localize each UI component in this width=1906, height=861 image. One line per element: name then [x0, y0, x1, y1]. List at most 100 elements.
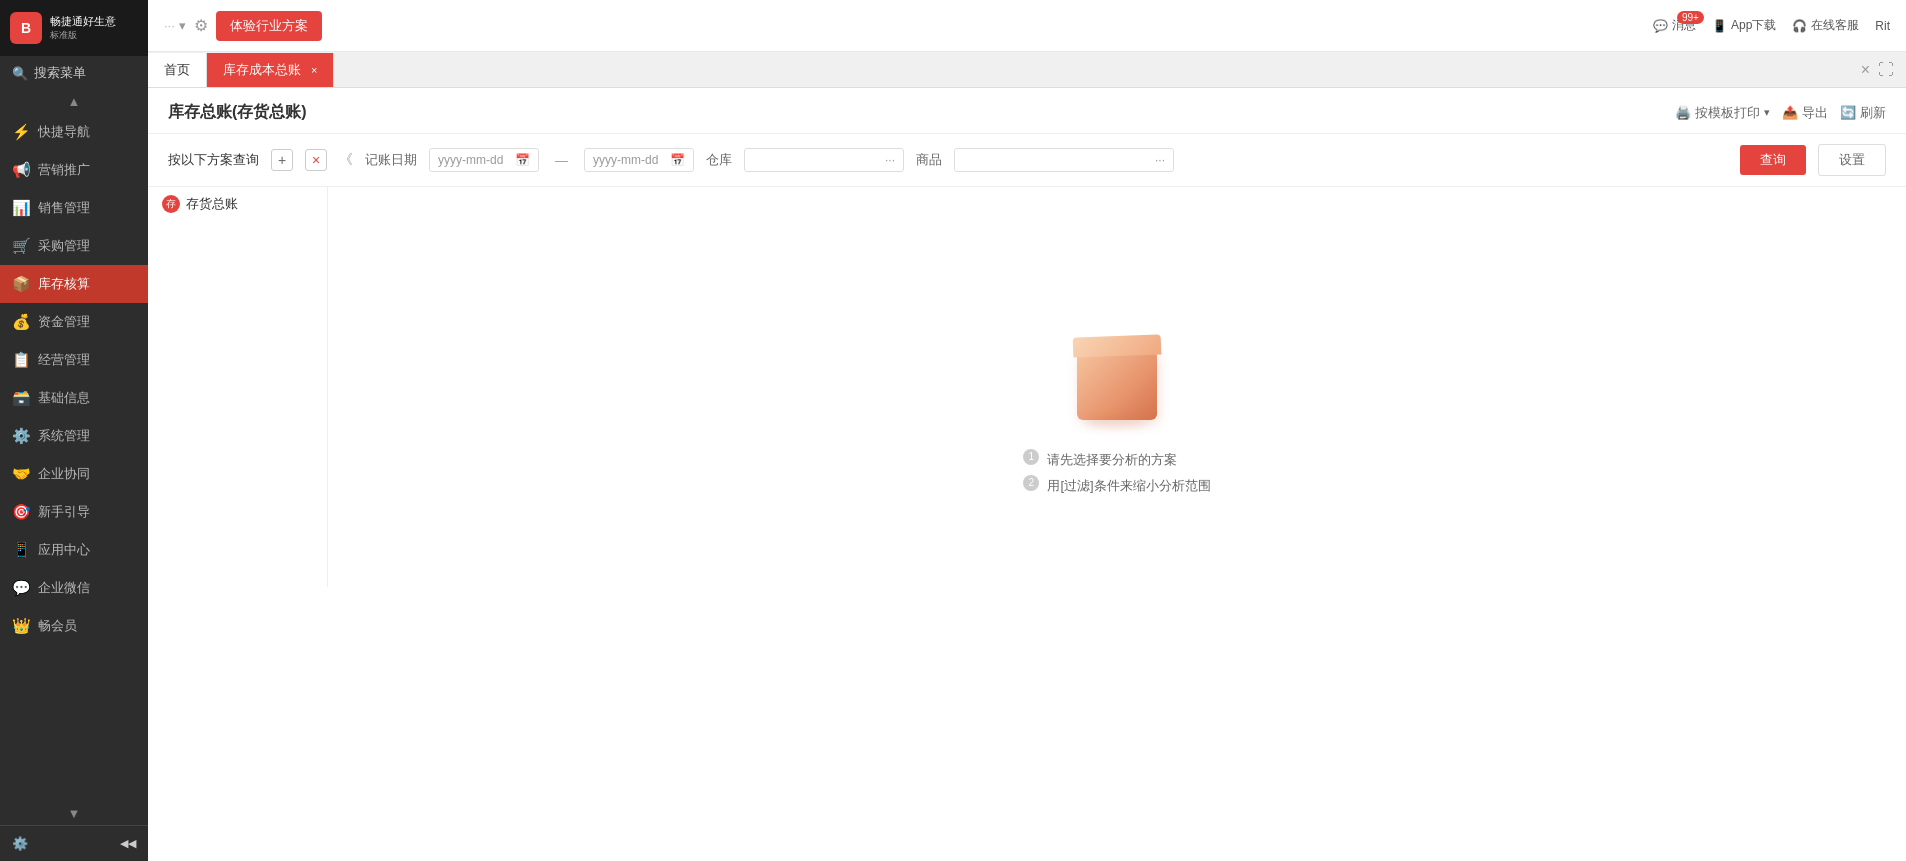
- online-service-button[interactable]: 🎧 在线客服: [1792, 17, 1859, 34]
- breadcrumb: ··· ▾: [164, 18, 186, 33]
- content-area: 库存总账(存货总账) 🖨️ 按模板打印 ▾ 📤 导出 🔄 刷新 按以下方案: [148, 88, 1906, 861]
- sidebar-item-label: 应用中心: [38, 541, 90, 559]
- goods-more-icon[interactable]: ···: [1155, 153, 1165, 167]
- sidebar-item-apps[interactable]: 📱 应用中心: [0, 531, 148, 569]
- sidebar-item-sales[interactable]: 📊 销售管理: [0, 189, 148, 227]
- marketing-icon: 📢: [12, 161, 30, 179]
- sidebar-item-system[interactable]: ⚙️ 系统管理: [0, 417, 148, 455]
- scroll-down-btn[interactable]: ▼: [0, 802, 148, 825]
- page-header: 库存总账(存货总账) 🖨️ 按模板打印 ▾ 📤 导出 🔄 刷新: [148, 88, 1906, 134]
- vip-icon: 👑: [12, 617, 30, 635]
- sidebar-item-label: 快捷导航: [38, 123, 90, 141]
- export-label: 导出: [1802, 104, 1828, 122]
- empty-illustration: [1067, 335, 1167, 435]
- sidebar-item-wechat[interactable]: 💬 企业微信: [0, 569, 148, 607]
- sidebar-item-basics[interactable]: 🗃️ 基础信息: [0, 379, 148, 417]
- page-actions: 🖨️ 按模板打印 ▾ 📤 导出 🔄 刷新: [1675, 104, 1886, 122]
- sidebar-item-purchase[interactable]: 🛒 采购管理: [0, 227, 148, 265]
- collapse-icon[interactable]: ◀◀: [120, 837, 136, 850]
- export-button[interactable]: 📤 导出: [1782, 104, 1828, 122]
- basics-icon: 🗃️: [12, 389, 30, 407]
- settings-icon[interactable]: ⚙: [194, 16, 208, 35]
- empty-state: 1 请先选择要分析的方案 2 用[过滤]条件来缩小分析范围: [1023, 335, 1210, 499]
- calendar-to-icon[interactable]: 📅: [670, 153, 685, 167]
- sidebar-nav: ⚡ 快捷导航 📢 营销推广 📊 销售管理 🛒 采购管理 📦 库存核算 💰 资金管…: [0, 113, 148, 802]
- filter-add-button[interactable]: +: [271, 149, 293, 171]
- refresh-label: 刷新: [1860, 104, 1886, 122]
- scheme-item-label: 存货总账: [186, 195, 238, 213]
- data-area: 1 请先选择要分析的方案 2 用[过滤]条件来缩小分析范围: [328, 187, 1906, 587]
- finance-icon: 💰: [12, 313, 30, 331]
- sidebar-bottom: ⚙️ ◀◀: [0, 825, 148, 861]
- purchase-icon: 🛒: [12, 237, 30, 255]
- warehouse-select[interactable]: ···: [744, 148, 904, 172]
- scheme-item-inventory-ledger[interactable]: 存 存货总账: [148, 187, 327, 221]
- sidebar-item-label: 资金管理: [38, 313, 90, 331]
- goods-select[interactable]: ···: [954, 148, 1174, 172]
- topbar-left: ··· ▾ ⚙ 体验行业方案: [164, 11, 1643, 41]
- sidebar-item-enterprise[interactable]: 🤝 企业协同: [0, 455, 148, 493]
- sidebar-item-finance[interactable]: 💰 资金管理: [0, 303, 148, 341]
- user-menu[interactable]: Rit: [1875, 19, 1890, 33]
- calendar-from-icon[interactable]: 📅: [515, 153, 530, 167]
- query-button[interactable]: 查询: [1740, 145, 1806, 175]
- logo-icon: B: [10, 12, 42, 44]
- date-to-input[interactable]: yyyy-mm-dd 📅: [584, 148, 694, 172]
- date-field-label: 记账日期: [365, 151, 417, 169]
- system-icon: ⚙️: [12, 427, 30, 445]
- message-badge: 99+: [1677, 11, 1704, 24]
- goods-field-label: 商品: [916, 151, 942, 169]
- empty-box-icon: [1077, 350, 1157, 420]
- refresh-button[interactable]: 🔄 刷新: [1840, 104, 1886, 122]
- filter-collapse-button[interactable]: 《: [339, 151, 353, 169]
- filter-scheme-label: 按以下方案查询: [168, 151, 259, 169]
- search-menu[interactable]: 🔍 搜索菜单: [0, 56, 148, 90]
- tab-close-icon[interactable]: ×: [311, 64, 317, 76]
- hint-text-2: 用[过滤]条件来缩小分析范围: [1047, 473, 1210, 499]
- sidebar-item-label: 企业微信: [38, 579, 90, 597]
- app-download-button[interactable]: 📱 App下载: [1712, 17, 1776, 34]
- print-button[interactable]: 🖨️ 按模板打印 ▾: [1675, 104, 1770, 122]
- print-icon: 🖨️: [1675, 105, 1691, 120]
- breadcrumb-chevron-icon[interactable]: ▾: [179, 18, 186, 33]
- date-from-input[interactable]: yyyy-mm-dd 📅: [429, 148, 539, 172]
- message-button[interactable]: 💬 消息 99+: [1653, 17, 1696, 34]
- filter-settings-button[interactable]: 设置: [1818, 144, 1886, 176]
- sidebar: B 畅捷通好生意 标准版 🔍 搜索菜单 ▲ ⚡ 快捷导航 📢 营销推广 📊 销售…: [0, 0, 148, 861]
- sidebar-item-marketing[interactable]: 📢 营销推广: [0, 151, 148, 189]
- trial-button[interactable]: 体验行业方案: [216, 11, 322, 41]
- sidebar-item-label: 库存核算: [38, 275, 90, 293]
- user-name: Rit: [1875, 19, 1890, 33]
- search-menu-label: 搜索菜单: [34, 64, 86, 82]
- shortcuts-icon: ⚡: [12, 123, 30, 141]
- sidebar-item-operations[interactable]: 📋 经营管理: [0, 341, 148, 379]
- settings-icon[interactable]: ⚙️: [12, 836, 28, 851]
- sidebar-item-label: 畅会员: [38, 617, 77, 635]
- wechat-icon: 💬: [12, 579, 30, 597]
- apps-icon: 📱: [12, 541, 30, 559]
- tab-right-controls: × ⛶: [1849, 61, 1906, 79]
- message-icon: 💬: [1653, 19, 1668, 33]
- tab-inventory-cost[interactable]: 库存成本总账 ×: [207, 53, 334, 87]
- print-label: 按模板打印: [1695, 104, 1760, 122]
- warehouse-more-icon[interactable]: ···: [885, 153, 895, 167]
- sidebar-item-guide[interactable]: 🎯 新手引导: [0, 493, 148, 531]
- tab-panel-close-icon[interactable]: ×: [1861, 61, 1870, 79]
- enterprise-icon: 🤝: [12, 465, 30, 483]
- sidebar-item-label: 系统管理: [38, 427, 90, 445]
- empty-hints: 1 请先选择要分析的方案 2 用[过滤]条件来缩小分析范围: [1023, 447, 1210, 499]
- filter-del-button[interactable]: ×: [305, 149, 327, 171]
- print-chevron-icon[interactable]: ▾: [1764, 106, 1770, 119]
- hint-num-2: 2: [1023, 475, 1039, 491]
- sidebar-item-inventory[interactable]: 📦 库存核算: [0, 265, 148, 303]
- tab-panel-resize-icon[interactable]: ⛶: [1878, 61, 1894, 79]
- sidebar-item-label: 营销推广: [38, 161, 90, 179]
- sidebar-item-shortcuts[interactable]: ⚡ 快捷导航: [0, 113, 148, 151]
- warehouse-field-label: 仓库: [706, 151, 732, 169]
- headset-icon: 🎧: [1792, 19, 1807, 33]
- sidebar-item-vip[interactable]: 👑 畅会员: [0, 607, 148, 645]
- tabbar: 首页 库存成本总账 × × ⛶: [148, 52, 1906, 88]
- scroll-up-btn[interactable]: ▲: [0, 90, 148, 113]
- tab-home[interactable]: 首页: [148, 53, 207, 87]
- phone-icon: 📱: [1712, 19, 1727, 33]
